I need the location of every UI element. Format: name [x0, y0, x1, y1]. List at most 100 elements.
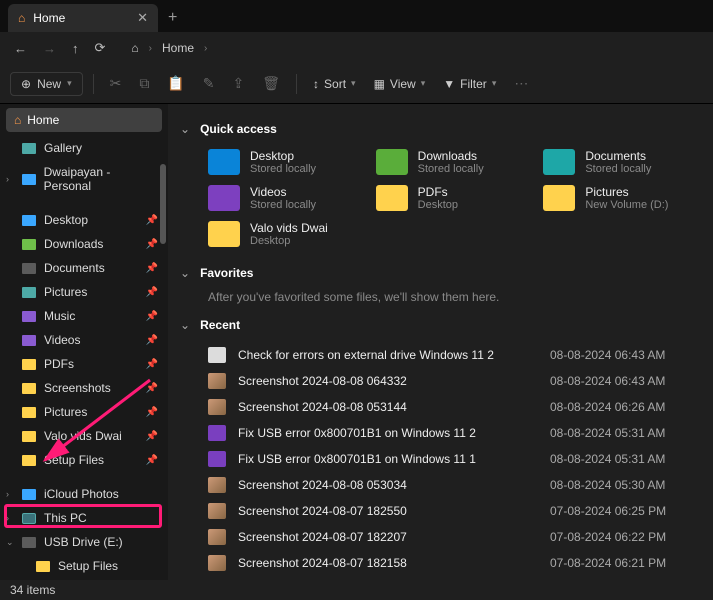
sidebar-label: This PC [44, 511, 87, 525]
sidebar-item-pinned[interactable]: Downloads📌 [0, 232, 168, 256]
recent-item[interactable]: Screenshot 2024-08-07 18220707-08-2024 0… [180, 524, 701, 550]
close-icon[interactable]: ✕ [137, 10, 148, 26]
recent-name: Screenshot 2024-08-07 182550 [238, 504, 538, 518]
sidebar-item-pinned[interactable]: Desktop📌 [0, 208, 168, 232]
recent-date: 08-08-2024 05:31 AM [550, 452, 665, 466]
sidebar-label: Gallery [44, 141, 82, 155]
sidebar-item-pinned[interactable]: Music📌 [0, 304, 168, 328]
forward-button[interactable]: → [43, 41, 56, 56]
chevron-down-icon[interactable]: ⌄ [180, 318, 190, 332]
chevron-right-icon[interactable]: › [6, 174, 9, 184]
file-icon [208, 503, 226, 519]
back-button[interactable]: ← [14, 41, 27, 56]
up-button[interactable]: ↑ [72, 41, 79, 56]
sort-button[interactable]: ↕ Sort ▾ [307, 73, 362, 95]
sidebar-item-pinned[interactable]: Valo vids Dwai📌 [0, 424, 168, 448]
new-button[interactable]: ⊕ New ▾ [10, 72, 83, 96]
file-icon [208, 529, 226, 545]
new-tab-button[interactable]: + [168, 9, 177, 27]
toolbar: ⊕ New ▾ ✂ ⧉ 📋 ✎ ⇪ 🗑 ↕ Sort ▾ ▦ View ▾ ▼ … [0, 64, 713, 104]
section-recent[interactable]: ⌄ Recent [180, 318, 701, 332]
recent-item[interactable]: Screenshot 2024-08-08 05314408-08-2024 0… [180, 394, 701, 420]
filter-button[interactable]: ▼ Filter ▾ [437, 73, 502, 95]
folder-icon [22, 263, 36, 274]
chevron-down-icon[interactable]: ⌄ [6, 537, 14, 548]
sidebar-item-icloud[interactable]: › iCloud Photos [0, 482, 168, 506]
folder-icon [22, 431, 36, 442]
sidebar-item-pinned[interactable]: Pictures📌 [0, 280, 168, 304]
folder-icon [208, 221, 240, 247]
recent-item[interactable]: Screenshot 2024-08-07 18214707-08-2024 0… [180, 576, 701, 580]
more-icon[interactable]: ⋯ [508, 71, 534, 96]
recent-name: Fix USB error 0x800701B1 on Windows 11 2 [238, 426, 538, 440]
sidebar-item-pinned[interactable]: Pictures📌 [0, 400, 168, 424]
view-button[interactable]: ▦ View ▾ [368, 73, 432, 95]
sidebar-item-pinned[interactable]: Documents📌 [0, 256, 168, 280]
delete-icon[interactable]: 🗑 [256, 71, 286, 96]
section-quickaccess[interactable]: ⌄ Quick access [180, 122, 701, 136]
plus-circle-icon: ⊕ [21, 77, 31, 91]
paste-icon[interactable]: 📋 [161, 71, 190, 96]
sidebar-item-thispc[interactable]: › This PC [0, 506, 168, 530]
scrollbar-thumb[interactable] [160, 164, 166, 244]
folder-icon [22, 311, 36, 322]
file-icon [208, 451, 226, 467]
cut-icon[interactable]: ✂ [104, 71, 128, 96]
sidebar-item-pinned[interactable]: Setup Files📌 [0, 448, 168, 472]
chevron-right-icon[interactable]: › [6, 489, 9, 499]
refresh-button[interactable]: ⟳ [95, 40, 106, 56]
quickaccess-item[interactable]: DownloadsStored locally [376, 146, 534, 178]
chevron-down-icon[interactable]: ⌄ [180, 266, 190, 280]
quickaccess-item[interactable]: VideosStored locally [208, 182, 366, 214]
section-favorites[interactable]: ⌄ Favorites [180, 266, 701, 280]
quickaccess-item[interactable]: DesktopStored locally [208, 146, 366, 178]
recent-name: Screenshot 2024-08-08 053034 [238, 478, 538, 492]
recent-date: 08-08-2024 06:26 AM [550, 400, 665, 414]
recent-date: 08-08-2024 05:31 AM [550, 426, 665, 440]
nav-bar: ← → ↑ ⟳ ⌂ › Home › [0, 32, 713, 64]
home-path-icon: ⌂ [131, 41, 138, 55]
recent-item[interactable]: Screenshot 2024-08-07 18255007-08-2024 0… [180, 498, 701, 524]
pin-icon: 📌 [146, 383, 158, 394]
recent-item[interactable]: Screenshot 2024-08-08 05303408-08-2024 0… [180, 472, 701, 498]
chevron-right-icon[interactable]: › [6, 513, 9, 523]
pin-icon: 📌 [146, 335, 158, 346]
qa-subtitle: Stored locally [250, 199, 316, 211]
folder-icon [208, 185, 240, 211]
recent-item[interactable]: Screenshot 2024-08-08 06433208-08-2024 0… [180, 368, 701, 394]
home-icon: ⌂ [14, 113, 21, 127]
qa-subtitle: Stored locally [250, 163, 316, 175]
recent-item[interactable]: Check for errors on external drive Windo… [180, 342, 701, 368]
recent-item[interactable]: Screenshot 2024-08-07 18215807-08-2024 0… [180, 550, 701, 576]
share-icon[interactable]: ⇪ [227, 71, 251, 96]
recent-item[interactable]: Fix USB error 0x800701B1 on Windows 11 1… [180, 446, 701, 472]
sidebar-item-personal[interactable]: › Dwaipayan - Personal [0, 160, 168, 198]
recent-name: Check for errors on external drive Windo… [238, 348, 538, 362]
folder-icon [22, 215, 36, 226]
qa-title: Videos [250, 185, 316, 199]
sidebar-label: Videos [44, 333, 80, 347]
chevron-down-icon[interactable]: ⌄ [180, 122, 190, 136]
quickaccess-item[interactable]: PicturesNew Volume (D:) [543, 182, 701, 214]
quickaccess-item[interactable]: Valo vids DwaiDesktop [208, 218, 366, 250]
quickaccess-item[interactable]: DocumentsStored locally [543, 146, 701, 178]
sidebar-item-usb[interactable]: ⌄ USB Drive (E:) [0, 530, 168, 554]
sidebar-item-pinned[interactable]: Videos 📌 [0, 328, 168, 352]
pin-icon: 📌 [146, 263, 158, 274]
copy-icon[interactable]: ⧉ [133, 71, 155, 96]
recent-item[interactable]: Fix USB error 0x800701B1 on Windows 11 2… [180, 420, 701, 446]
breadcrumb-home[interactable]: Home [162, 41, 194, 55]
sidebar-item-pinned[interactable]: Screenshots📌 [0, 376, 168, 400]
qa-title: Downloads [418, 149, 484, 163]
breadcrumb[interactable]: ⌂ › Home › [131, 41, 207, 55]
tab-home[interactable]: ⌂ Home ✕ [8, 4, 158, 32]
sidebar-item-subrata[interactable]: › Subrata Kanjilal files [0, 578, 168, 580]
sidebar-item-usb-child[interactable]: Setup Files [0, 554, 168, 578]
sidebar-label: Pictures [44, 405, 87, 419]
sidebar-item-gallery[interactable]: Gallery [0, 136, 168, 160]
quickaccess-item[interactable]: PDFsDesktop [376, 182, 534, 214]
qa-subtitle: New Volume (D:) [585, 199, 668, 211]
sidebar-item-pinned[interactable]: PDFs📌 [0, 352, 168, 376]
sidebar-item-home[interactable]: ⌂ Home [6, 108, 162, 132]
rename-icon[interactable]: ✎ [197, 71, 221, 96]
